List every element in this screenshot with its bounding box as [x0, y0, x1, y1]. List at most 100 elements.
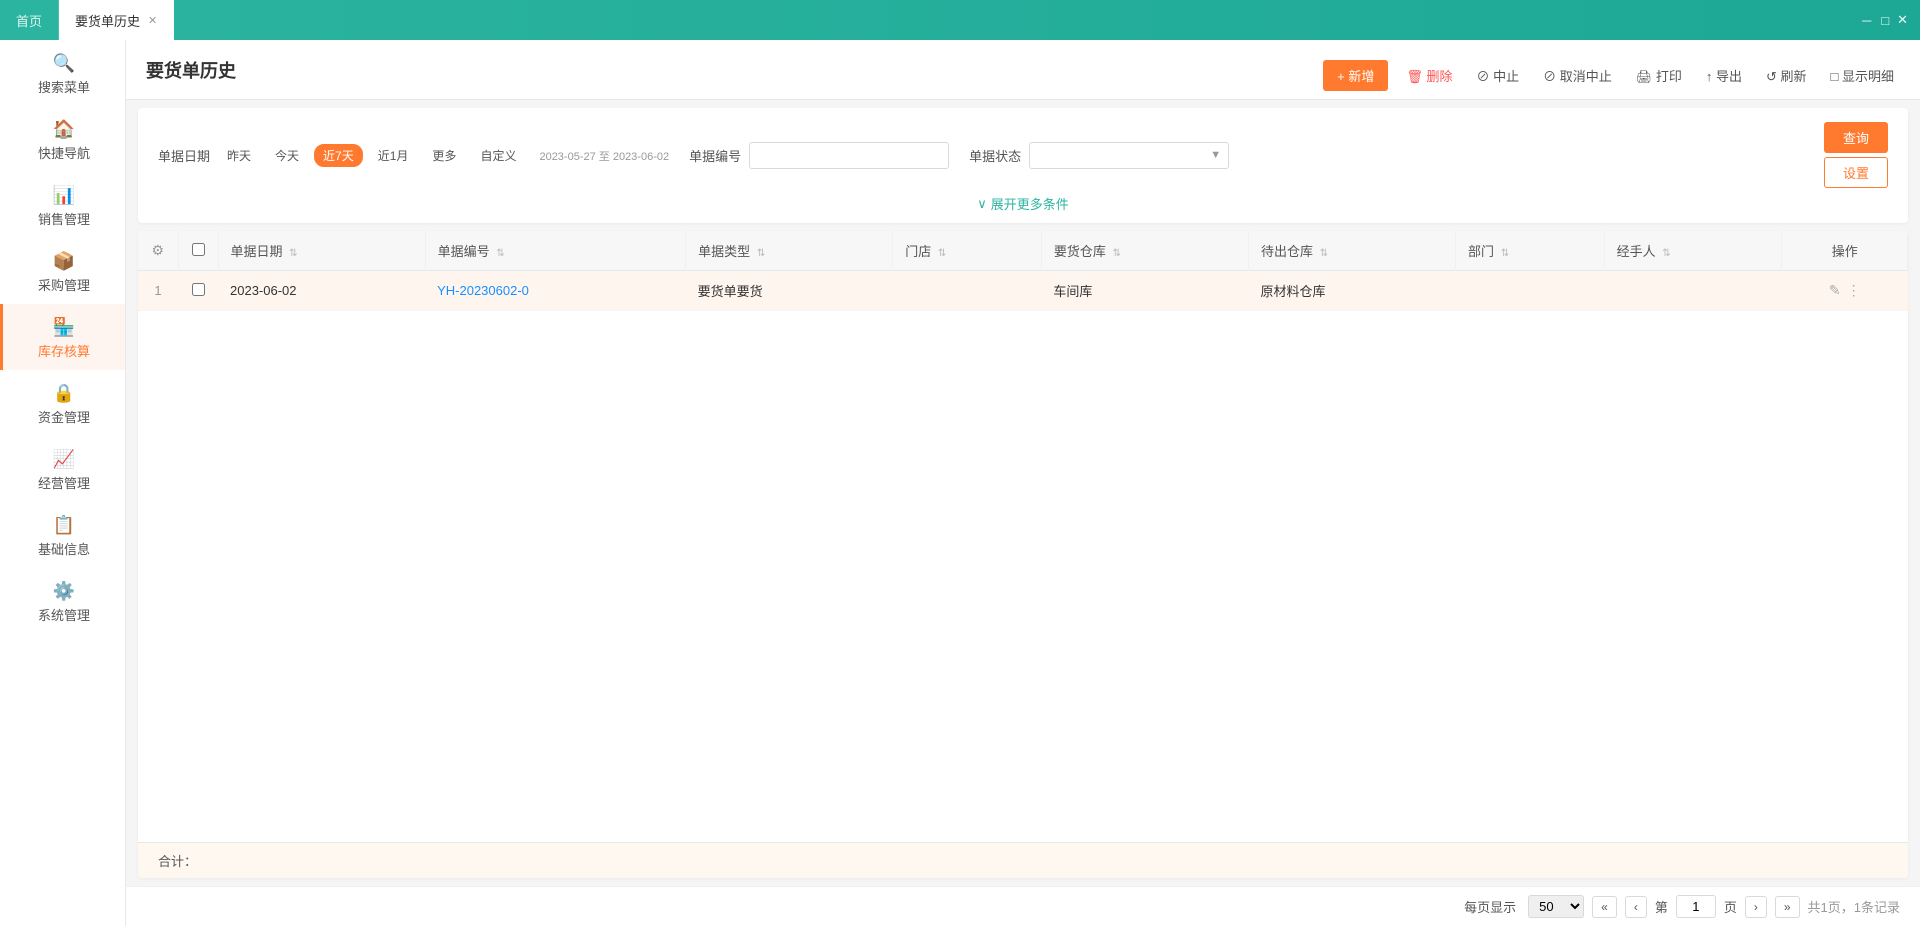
sidebar-item-inventory-label: 库存核算 [38, 341, 90, 360]
tab-history-label: 要货单历史 [75, 11, 140, 30]
row-action: ✎ ⋮ [1782, 271, 1908, 311]
col-bill-no[interactable]: 单据编号 ⇅ [425, 231, 686, 271]
col-dest-warehouse[interactable]: 待出仓库 ⇅ [1248, 231, 1455, 271]
column-settings-icon[interactable]: ⚙ [151, 242, 164, 258]
basic-info-icon: 📋 [53, 516, 75, 534]
col-req-warehouse[interactable]: 要货仓库 ⇅ [1041, 231, 1248, 271]
expand-more-btn[interactable]: ∨ 展开更多条件 [158, 188, 1888, 213]
delete-button[interactable]: 🗑 删除 [1400, 62, 1458, 89]
table-footer: 合计： [138, 842, 1908, 878]
status-select-wrap: ▼ [1029, 142, 1229, 169]
system-icon: ⚙️ [53, 582, 75, 600]
col-bill-type[interactable]: 单据类型 ⇅ [686, 231, 893, 271]
col-dest-warehouse-sort-icon: ⇅ [1320, 248, 1328, 259]
col-action: 操作 [1782, 231, 1908, 271]
export-button[interactable]: ↑ 导出 [1700, 62, 1748, 89]
page-header: 要货单历史 + 新增 🗑 删除 ⊘ 中止 ⊘ 取消中止 🖨 打印 ↑ 导出 ↺ … [126, 40, 1920, 100]
col-bill-type-label: 单据类型 [698, 244, 750, 259]
filter-settings-button[interactable]: 设置 [1824, 157, 1888, 188]
date-last1month[interactable]: 近1月 [369, 144, 418, 167]
date-filter-label: 单据日期 [158, 146, 210, 165]
next-page-btn[interactable]: › [1745, 896, 1767, 918]
row-bill-no-link[interactable]: YH-20230602-0 [437, 283, 529, 298]
row-checkbox[interactable] [178, 271, 218, 311]
sidebar-item-inventory[interactable]: 🏪 库存核算 [0, 304, 125, 370]
table-area: ⚙ 单据日期 ⇅ 单据编号 ⇅ [138, 231, 1908, 878]
page-size-select[interactable]: 50 10 20 100 [1528, 895, 1584, 918]
sidebar-item-basic-info-label: 基础信息 [38, 539, 90, 558]
sidebar-item-search-menu[interactable]: 🔍 搜索菜单 [0, 40, 125, 106]
sidebar-item-sales[interactable]: 📊 销售管理 [0, 172, 125, 238]
row-handler [1604, 271, 1782, 311]
row-dest-warehouse: 原材料仓库 [1248, 271, 1455, 311]
row-bill-type: 要货单要货 [686, 271, 893, 311]
cancel-stop-button[interactable]: ⊘ 取消中止 [1537, 62, 1618, 89]
col-checkbox [178, 231, 218, 271]
sidebar-item-quick-nav[interactable]: 🏠 快捷导航 [0, 106, 125, 172]
sidebar-item-finance-label: 资金管理 [38, 407, 90, 426]
sidebar-item-system[interactable]: ⚙️ 系统管理 [0, 568, 125, 634]
page-title: 要货单历史 [146, 57, 236, 83]
row-edit-icon[interactable]: ✎ [1829, 282, 1841, 299]
bill-no-label: 单据编号 [689, 146, 741, 165]
row-department [1456, 271, 1605, 311]
new-button[interactable]: + 新增 [1323, 60, 1388, 91]
prev-page-btn[interactable]: ‹ [1625, 896, 1647, 918]
col-handler-label: 经手人 [1617, 244, 1656, 259]
tab-history-close[interactable]: ✕ [148, 14, 157, 27]
refresh-button[interactable]: ↺ 刷新 [1760, 62, 1813, 89]
col-date-label: 单据日期 [231, 244, 283, 259]
row-more-icon[interactable]: ⋮ [1847, 282, 1861, 299]
col-handler[interactable]: 经手人 ⇅ [1604, 231, 1782, 271]
date-quick-filters: 昨天 今天 近7天 近1月 更多 自定义 [218, 144, 525, 167]
select-all-checkbox[interactable] [192, 243, 205, 256]
col-department-sort-icon: ⇅ [1501, 248, 1509, 259]
show-detail-button[interactable]: □ 显示明细 [1825, 62, 1900, 89]
sidebar: 🔍 搜索菜单 🏠 快捷导航 📊 销售管理 📦 采购管理 🏪 库存核算 🔒 资金管… [0, 40, 126, 926]
filter-area: 单据日期 昨天 今天 近7天 近1月 更多 自定义 2023-05-27 至 2… [138, 108, 1908, 223]
sidebar-item-finance[interactable]: 🔒 资金管理 [0, 370, 125, 436]
col-req-warehouse-label: 要货仓库 [1054, 244, 1106, 259]
last-page-btn[interactable]: » [1775, 896, 1800, 918]
query-button[interactable]: 查询 [1824, 122, 1888, 153]
row-date: 2023-06-02 [218, 271, 425, 311]
col-date[interactable]: 单据日期 ⇅ [218, 231, 425, 271]
status-filter-group: 单据状态 ▼ [969, 142, 1229, 169]
date-today[interactable]: 今天 [266, 144, 308, 167]
tab-home[interactable]: 首页 [0, 0, 59, 40]
tab-history[interactable]: 要货单历史 ✕ [59, 0, 174, 40]
date-filter-group: 单据日期 昨天 今天 近7天 近1月 更多 自定义 2023-05-27 至 2… [158, 144, 669, 167]
print-button[interactable]: 🖨 打印 [1630, 62, 1688, 89]
date-more[interactable]: 更多 [423, 144, 465, 167]
sidebar-item-quick-nav-label: 快捷导航 [38, 143, 90, 162]
row-bill-no[interactable]: YH-20230602-0 [425, 271, 686, 311]
row-select-checkbox[interactable] [192, 283, 205, 296]
date-custom[interactable]: 自定义 [471, 144, 525, 167]
col-store[interactable]: 门店 ⇅ [893, 231, 1042, 271]
first-page-btn[interactable]: « [1592, 896, 1617, 918]
sidebar-item-sales-label: 销售管理 [38, 209, 90, 228]
expand-more-label: 展开更多条件 [991, 194, 1069, 213]
col-bill-no-label: 单据编号 [438, 244, 490, 259]
sidebar-item-basic-info[interactable]: 📋 基础信息 [0, 502, 125, 568]
stop-button[interactable]: ⊘ 中止 [1471, 62, 1526, 89]
col-department[interactable]: 部门 ⇅ [1456, 231, 1605, 271]
sidebar-item-search-menu-label: 搜索菜单 [38, 77, 90, 96]
col-department-label: 部门 [1468, 244, 1494, 259]
sales-icon: 📊 [53, 186, 75, 204]
sidebar-item-operation-label: 经营管理 [38, 473, 90, 492]
date-last7days[interactable]: 近7天 [314, 144, 363, 167]
date-yesterday[interactable]: 昨天 [218, 144, 260, 167]
maximize-icon[interactable]: □ [1881, 13, 1889, 28]
row-index: 1 [138, 271, 178, 311]
col-dest-warehouse-label: 待出仓库 [1261, 244, 1313, 259]
status-select[interactable] [1029, 142, 1229, 169]
close-icon[interactable]: ✕ [1897, 12, 1908, 28]
table-row: 1 2023-06-02 YH-20230602-0 要货单要货 车间库 原材料… [138, 271, 1908, 311]
minimize-icon[interactable]: － [1860, 11, 1873, 30]
sidebar-item-purchase[interactable]: 📦 采购管理 [0, 238, 125, 304]
page-number-input[interactable] [1676, 895, 1716, 918]
sidebar-item-operation[interactable]: 📈 经营管理 [0, 436, 125, 502]
bill-no-input[interactable] [749, 142, 949, 169]
col-settings[interactable]: ⚙ [138, 231, 178, 271]
